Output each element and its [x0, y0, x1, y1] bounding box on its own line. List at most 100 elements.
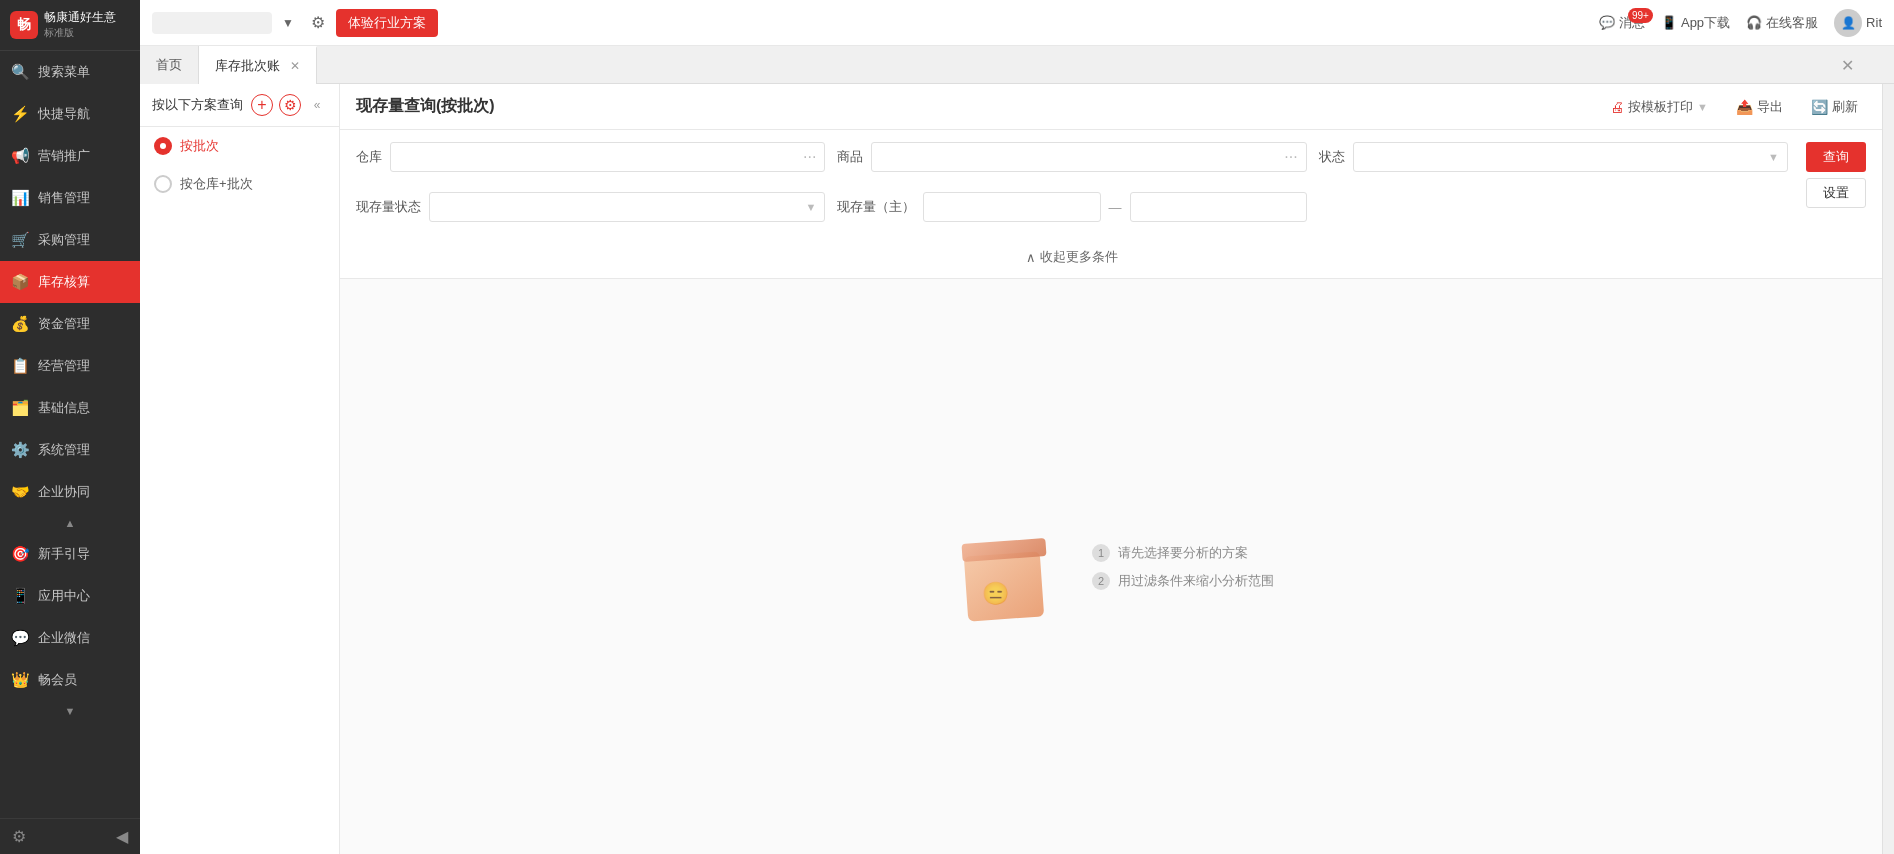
collapse-more-btn[interactable]: ∧ 收起更多条件 [356, 242, 1788, 266]
sidebar-nav: 🔍 搜索菜单 ⚡ 快捷导航 📢 营销推广 📊 销售管理 🛒 采购管理 📦 库存核… [0, 51, 140, 818]
sidebar-item-enterprise[interactable]: 🤝 企业协同 [0, 471, 140, 513]
stock-qty-label: 现存量（主） [837, 198, 915, 216]
export-btn[interactable]: 📤 导出 [1728, 94, 1791, 120]
sidebar-item-sales[interactable]: 📊 销售管理 [0, 177, 140, 219]
plan-active-dot [154, 137, 172, 155]
sidebar-item-label: 快捷导航 [38, 105, 90, 123]
sidebar-scroll-down[interactable]: ▼ [0, 701, 140, 721]
shortcut-icon: ⚡ [10, 104, 30, 124]
warehouse-more-icon[interactable]: ··· [803, 148, 816, 166]
inventory-icon: 📦 [10, 272, 30, 292]
enterprise-icon: 🤝 [10, 482, 30, 502]
filter-warehouse: 仓库 ··· [356, 142, 825, 172]
settings-button[interactable]: 设置 [1806, 178, 1866, 208]
stock-status-label: 现存量状态 [356, 198, 421, 216]
topbar-gear-icon[interactable]: ⚙ [304, 9, 332, 37]
tab-inventory-batch[interactable]: 库存批次账 ✕ [199, 46, 317, 84]
tab-home[interactable]: 首页 [140, 46, 199, 84]
range-dash: — [1109, 200, 1122, 215]
print-btn[interactable]: 🖨 按模板打印 ▼ [1602, 94, 1716, 120]
export-label: 导出 [1757, 98, 1783, 116]
plan-label: 按批次 [180, 137, 219, 155]
tabbar: 首页 库存批次账 ✕ ✕ [140, 46, 1894, 84]
topbar-search-input[interactable] [152, 12, 272, 34]
sidebar-item-label: 库存核算 [38, 273, 90, 291]
experience-btn[interactable]: 体验行业方案 [336, 9, 438, 37]
message-btn[interactable]: 💬 消息 99+ [1599, 14, 1645, 32]
sidebar-item-marketing[interactable]: 📢 营销推广 [0, 135, 140, 177]
warehouse-input[interactable] [399, 150, 799, 165]
members-icon: 👑 [10, 670, 30, 690]
sidebar-item-search[interactable]: 🔍 搜索菜单 [0, 51, 140, 93]
finance-icon: 💰 [10, 314, 30, 334]
sidebar-item-newbie[interactable]: 🎯 新手引导 [0, 533, 140, 575]
add-plan-btn[interactable]: + [251, 94, 273, 116]
product-more-icon[interactable]: ··· [1284, 148, 1297, 166]
user-profile-btn[interactable]: 👤 Rit [1834, 9, 1882, 37]
stock-status-select[interactable]: ▼ [429, 192, 825, 222]
product-label: 商品 [837, 148, 863, 166]
marketing-icon: 📢 [10, 146, 30, 166]
wechat-icon: 💬 [10, 628, 30, 648]
settings-icon[interactable]: ⚙ [12, 827, 26, 846]
refresh-btn[interactable]: 🔄 刷新 [1803, 94, 1866, 120]
sidebar-item-inventory[interactable]: 📦 库存核算 [0, 261, 140, 303]
stock-qty-range-to[interactable] [1130, 192, 1307, 222]
app-download-btn[interactable]: 📱 App下载 [1661, 14, 1730, 32]
service-btn[interactable]: 🎧 在线客服 [1746, 14, 1818, 32]
topbar-right: 💬 消息 99+ 📱 App下载 🎧 在线客服 👤 Rit [1599, 9, 1882, 37]
print-dropdown-icon[interactable]: ▼ [1697, 101, 1708, 113]
stock-qty-range-from[interactable] [923, 192, 1100, 222]
tab-close-icon[interactable]: ✕ [290, 59, 300, 73]
stock-qty-to-input[interactable] [1141, 200, 1201, 215]
purchase-icon: 🛒 [10, 230, 30, 250]
topbar: ▼ ⚙ 体验行业方案 💬 消息 99+ 📱 App下载 🎧 在线客服 👤 Rit [140, 0, 1894, 46]
collapse-sidebar-icon[interactable]: ◀ [116, 827, 128, 846]
page-header: 现存量查询(按批次) 🖨 按模板打印 ▼ 📤 导出 🔄 刷新 [340, 84, 1882, 130]
empty-illustration: 😑 [948, 507, 1068, 627]
sidebar-item-finance[interactable]: 💰 资金管理 [0, 303, 140, 345]
sidebar-item-operations[interactable]: 📋 经营管理 [0, 345, 140, 387]
topbar-breadcrumb: ▼ ⚙ 体验行业方案 [152, 9, 1591, 37]
sidebar-item-label: 基础信息 [38, 399, 90, 417]
filter-row-1: 仓库 ··· 商品 ··· [356, 142, 1788, 172]
tip-num-2: 2 [1092, 572, 1110, 590]
sidebar-item-label: 营销推广 [38, 147, 90, 165]
plan-item-warehouse-batch[interactable]: 按仓库+批次 [140, 165, 339, 203]
empty-tip-2: 2 用过滤条件来缩小分析范围 [1092, 572, 1274, 590]
main-content: 现存量查询(按批次) 🖨 按模板打印 ▼ 📤 导出 🔄 刷新 [340, 84, 1882, 854]
warehouse-input-wrap[interactable]: ··· [390, 142, 825, 172]
newbie-icon: 🎯 [10, 544, 30, 564]
sidebar-edition: 标准版 [44, 26, 130, 40]
topbar-dropdown-icon[interactable]: ▼ [276, 11, 300, 35]
tabbar-close-btn[interactable]: ✕ [1841, 55, 1854, 74]
collapse-panel-btn[interactable]: « [307, 95, 327, 115]
sidebar-item-basic[interactable]: 🗂️ 基础信息 [0, 387, 140, 429]
sidebar-item-label: 畅会员 [38, 671, 77, 689]
sidebar-item-system[interactable]: ⚙️ 系统管理 [0, 429, 140, 471]
sidebar-item-label: 系统管理 [38, 441, 90, 459]
sidebar-item-shortcut[interactable]: ⚡ 快捷导航 [0, 93, 140, 135]
sidebar-item-wechat[interactable]: 💬 企业微信 [0, 617, 140, 659]
sidebar-item-label: 搜索菜单 [38, 63, 90, 81]
sidebar-item-label: 新手引导 [38, 545, 90, 563]
product-input-wrap[interactable]: ··· [871, 142, 1306, 172]
right-scrollbar[interactable] [1882, 84, 1894, 854]
sidebar-scroll-up[interactable]: ▲ [0, 513, 140, 533]
tip-text-2: 用过滤条件来缩小分析范围 [1118, 572, 1274, 590]
sidebar-item-members[interactable]: 👑 畅会员 [0, 659, 140, 701]
plan-item-batch[interactable]: 按批次 [140, 127, 339, 165]
service-icon: 🎧 [1746, 15, 1762, 30]
product-input[interactable] [880, 150, 1280, 165]
empty-tip-1: 1 请先选择要分析的方案 [1092, 544, 1274, 562]
sidebar-item-purchase[interactable]: 🛒 采购管理 [0, 219, 140, 261]
left-panel: 按以下方案查询 + ⚙ « 按批次 按仓库+批次 [140, 84, 340, 854]
status-select[interactable]: ▼ [1353, 142, 1788, 172]
sidebar-item-label: 销售管理 [38, 189, 90, 207]
tab-inventory-batch-label: 库存批次账 [215, 57, 280, 75]
plan-settings-btn[interactable]: ⚙ [279, 94, 301, 116]
stock-qty-from-input[interactable] [934, 200, 994, 215]
export-icon: 📤 [1736, 99, 1753, 115]
query-button[interactable]: 查询 [1806, 142, 1866, 172]
sidebar-item-apps[interactable]: 📱 应用中心 [0, 575, 140, 617]
